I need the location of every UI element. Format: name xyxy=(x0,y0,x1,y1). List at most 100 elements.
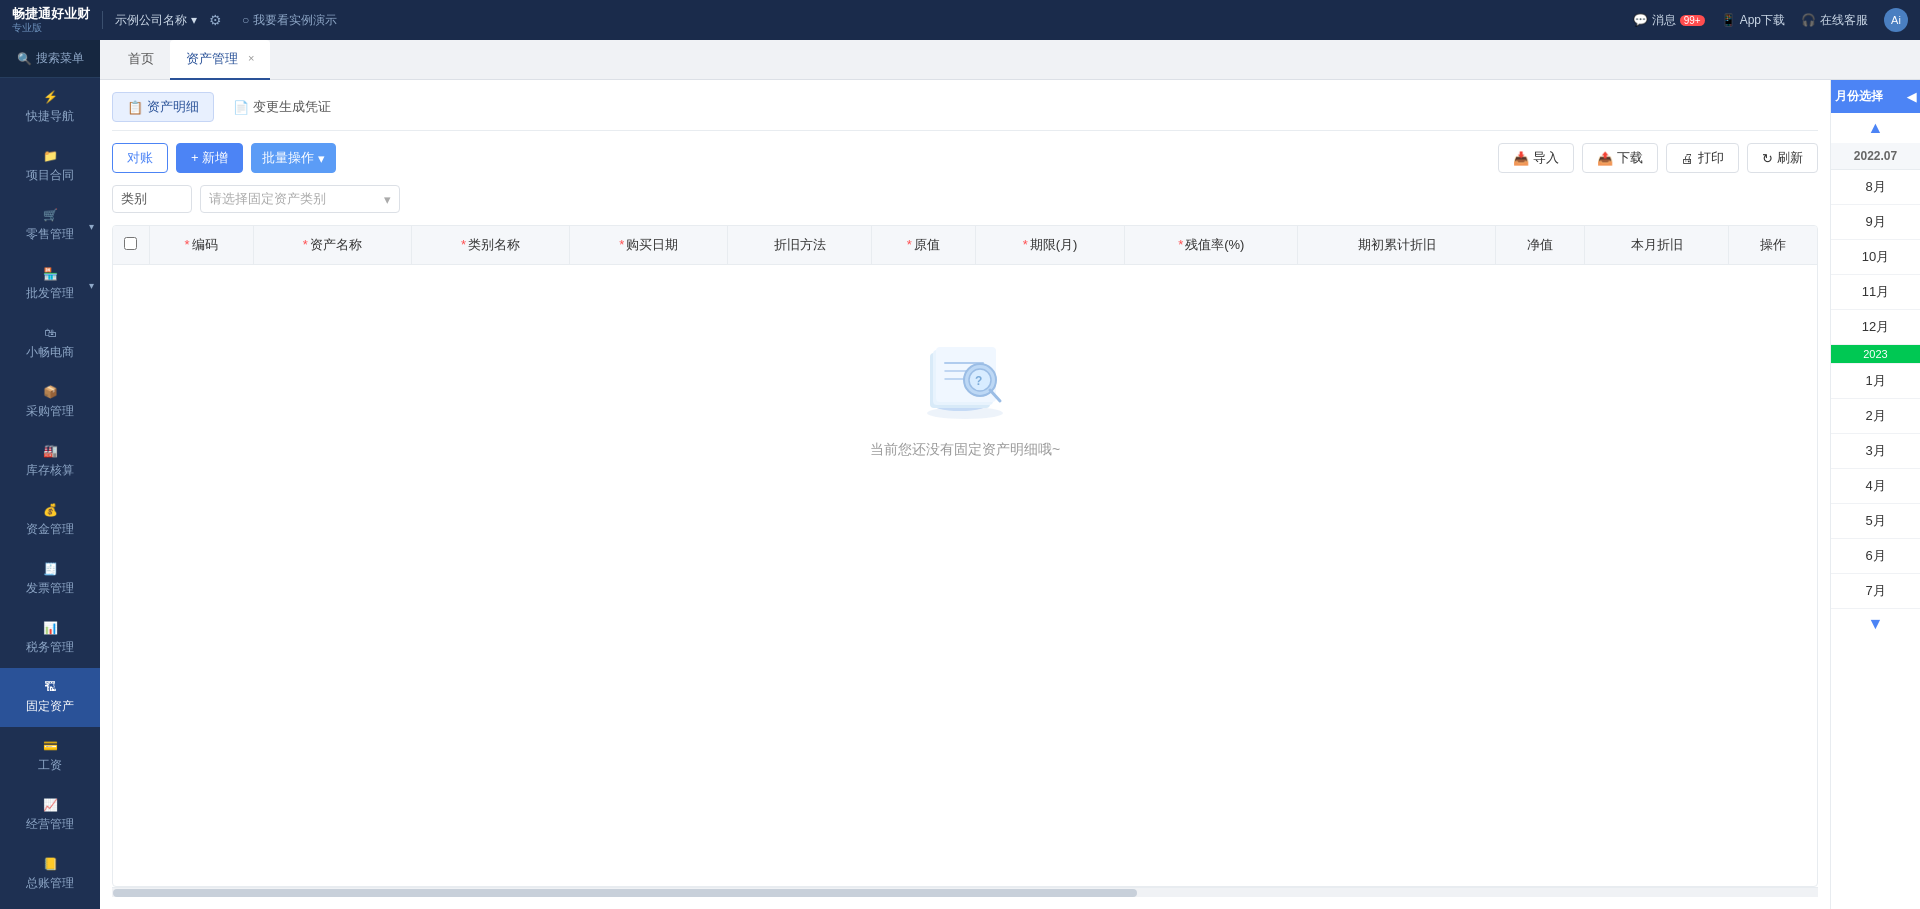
print-button[interactable]: 🖨 打印 xyxy=(1666,143,1739,173)
month-item-1[interactable]: 1月 xyxy=(1831,364,1920,399)
month-item-8[interactable]: 8月 xyxy=(1831,170,1920,205)
operation-icon: 📈 xyxy=(43,798,58,812)
search-menu-button[interactable]: 🔍 搜索菜单 xyxy=(0,40,100,78)
message-button[interactable]: 💬 消息 99+ xyxy=(1633,12,1705,29)
sidebar-item-basic-info[interactable]: ℹ 基础信息 xyxy=(0,904,100,909)
tab-home[interactable]: 首页 xyxy=(112,40,170,80)
checkbox-header[interactable] xyxy=(113,226,149,265)
search-menu-label: 搜索菜单 xyxy=(36,50,84,67)
import-button[interactable]: 📥 导入 xyxy=(1498,143,1574,173)
quick-nav-label: 快捷导航 xyxy=(26,108,74,125)
refresh-button[interactable]: ↻ 刷新 xyxy=(1747,143,1818,173)
horizontal-scrollbar[interactable] xyxy=(112,887,1818,897)
col-original-value: *原值 xyxy=(871,226,975,265)
sub-tab-voucher-icon: 📄 xyxy=(233,100,249,115)
sidebar-item-salary[interactable]: 💳 工资 xyxy=(0,727,100,786)
month-panel-header: 月份选择 ◀ xyxy=(1831,80,1920,113)
sidebar-item-invoice[interactable]: 🧾 发票管理 xyxy=(0,550,100,609)
sidebar-item-quick-nav[interactable]: ⚡ 快捷导航 xyxy=(0,78,100,137)
demo-link[interactable]: ○ 我要看实例演示 xyxy=(242,12,337,29)
month-item-10[interactable]: 10月 xyxy=(1831,240,1920,275)
col-code: *编码 xyxy=(149,226,253,265)
toolbar-right: 📥 导入 📤 下载 🖨 打印 ↻ 刷新 xyxy=(1498,143,1818,173)
sidebar-item-ledger[interactable]: 📒 总账管理 xyxy=(0,845,100,904)
month-item-9[interactable]: 9月 xyxy=(1831,205,1920,240)
purchase-icon: 📦 xyxy=(43,385,58,399)
sub-tab-detail-icon: 📋 xyxy=(127,100,143,115)
table: *编码 *资产名称 *类别名称 *购买日期 折旧方法 *原值 *期限(月) *残… xyxy=(113,226,1817,519)
month-panel-title: 月份选择 xyxy=(1835,88,1883,105)
month-item-11[interactable]: 11月 xyxy=(1831,275,1920,310)
ledger-label: 总账管理 xyxy=(26,875,74,892)
wholesale-icon: 🏪 xyxy=(43,267,58,281)
retail-icon: 🛒 xyxy=(43,208,58,222)
finance-label: 资金管理 xyxy=(26,521,74,538)
retail-label: 零售管理 xyxy=(26,226,74,243)
salary-label: 工资 xyxy=(38,757,62,774)
tab-home-label: 首页 xyxy=(128,50,154,68)
month-item-3[interactable]: 3月 xyxy=(1831,434,1920,469)
table-header-row: *编码 *资产名称 *类别名称 *购买日期 折旧方法 *原值 *期限(月) *残… xyxy=(113,226,1817,265)
online-service-button[interactable]: 🎧 在线客服 xyxy=(1801,12,1868,29)
app-logo: 畅捷通好业财 专业版 xyxy=(12,6,90,34)
app-edition: 专业版 xyxy=(12,22,90,34)
month-item-6[interactable]: 6月 xyxy=(1831,539,1920,574)
download-icon: 📤 xyxy=(1597,151,1613,166)
sidebar-item-operation[interactable]: 📈 经营管理 xyxy=(0,786,100,845)
panel-collapse-icon[interactable]: ◀ xyxy=(1907,90,1916,104)
print-label: 打印 xyxy=(1698,149,1724,167)
category-placeholder: 请选择固定资产类别 xyxy=(209,190,326,208)
refresh-icon: ↻ xyxy=(1762,151,1773,166)
sidebar-item-fixed-asset[interactable]: 🏗 固定资产 xyxy=(0,668,100,727)
tab-close-icon[interactable]: × xyxy=(248,53,254,64)
app-download-button[interactable]: 📱 App下载 xyxy=(1721,12,1785,29)
scroll-thumb[interactable] xyxy=(113,889,1137,897)
tab-asset-management[interactable]: 资产管理 × xyxy=(170,40,270,80)
month-up-button[interactable]: ▲ xyxy=(1831,113,1920,143)
sidebar-item-retail[interactable]: 🛒 零售管理 ▾ xyxy=(0,196,100,255)
sidebar-item-wholesale[interactable]: 🏪 批发管理 ▾ xyxy=(0,255,100,314)
col-depreciation-method: 折旧方法 xyxy=(728,226,872,265)
wholesale-label: 批发管理 xyxy=(26,285,74,302)
col-category: *类别名称 xyxy=(411,226,569,265)
add-label: + 新增 xyxy=(191,149,228,167)
sidebar-item-inventory[interactable]: 🏭 库存核算 xyxy=(0,432,100,491)
refresh-label: 刷新 xyxy=(1777,149,1803,167)
category-filter[interactable]: 类别 xyxy=(112,185,192,213)
content-area: 首页 资产管理 × 📋 资产明细 📄 变更生成凭证 xyxy=(100,40,1920,909)
company-name: 示例公司名称 xyxy=(115,12,187,29)
col-name: *资产名称 xyxy=(253,226,411,265)
add-button[interactable]: + 新增 xyxy=(176,143,243,173)
select-all-checkbox[interactable] xyxy=(124,237,137,250)
fixed-asset-label: 固定资产 xyxy=(26,698,74,715)
month-item-7[interactable]: 7月 xyxy=(1831,574,1920,609)
sidebar-item-finance[interactable]: 💰 资金管理 xyxy=(0,491,100,550)
sidebar-item-project[interactable]: 📁 项目合同 xyxy=(0,137,100,196)
month-down-button[interactable]: ▼ xyxy=(1831,609,1920,639)
sub-tab-voucher[interactable]: 📄 变更生成凭证 xyxy=(218,92,346,122)
download-button[interactable]: 📤 下载 xyxy=(1582,143,1658,173)
settings-button[interactable]: ⚙ xyxy=(209,12,222,28)
sidebar-item-tax[interactable]: 📊 税务管理 xyxy=(0,609,100,668)
company-selector[interactable]: 示例公司名称 ▾ xyxy=(115,12,197,29)
category-input[interactable]: 请选择固定资产类别 ▾ xyxy=(200,185,400,213)
month-item-12[interactable]: 12月 xyxy=(1831,310,1920,345)
batch-button[interactable]: 批量操作 ▾ xyxy=(251,143,336,173)
ledger-icon: 📒 xyxy=(43,857,58,871)
sidebar-item-purchase[interactable]: 📦 采购管理 xyxy=(0,373,100,432)
month-item-2[interactable]: 2月 xyxy=(1831,399,1920,434)
sidebar-item-ecommerce[interactable]: 🛍 小畅电商 xyxy=(0,314,100,373)
month-year-label: 2022.07 xyxy=(1831,143,1920,170)
reconcile-button[interactable]: 对账 xyxy=(112,143,168,173)
month-item-5[interactable]: 5月 xyxy=(1831,504,1920,539)
sub-tab-detail[interactable]: 📋 资产明细 xyxy=(112,92,214,122)
print-icon: 🖨 xyxy=(1681,151,1694,166)
company-dropdown-icon: ▾ xyxy=(191,13,197,27)
asset-panel: 📋 资产明细 📄 变更生成凭证 对账 + 新增 xyxy=(100,80,1830,909)
tab-asset-label: 资产管理 xyxy=(186,50,238,68)
import-label: 导入 xyxy=(1533,149,1559,167)
month-item-4[interactable]: 4月 xyxy=(1831,469,1920,504)
purchase-label: 采购管理 xyxy=(26,403,74,420)
user-avatar[interactable]: Ai xyxy=(1884,8,1908,32)
tax-icon: 📊 xyxy=(43,621,58,635)
